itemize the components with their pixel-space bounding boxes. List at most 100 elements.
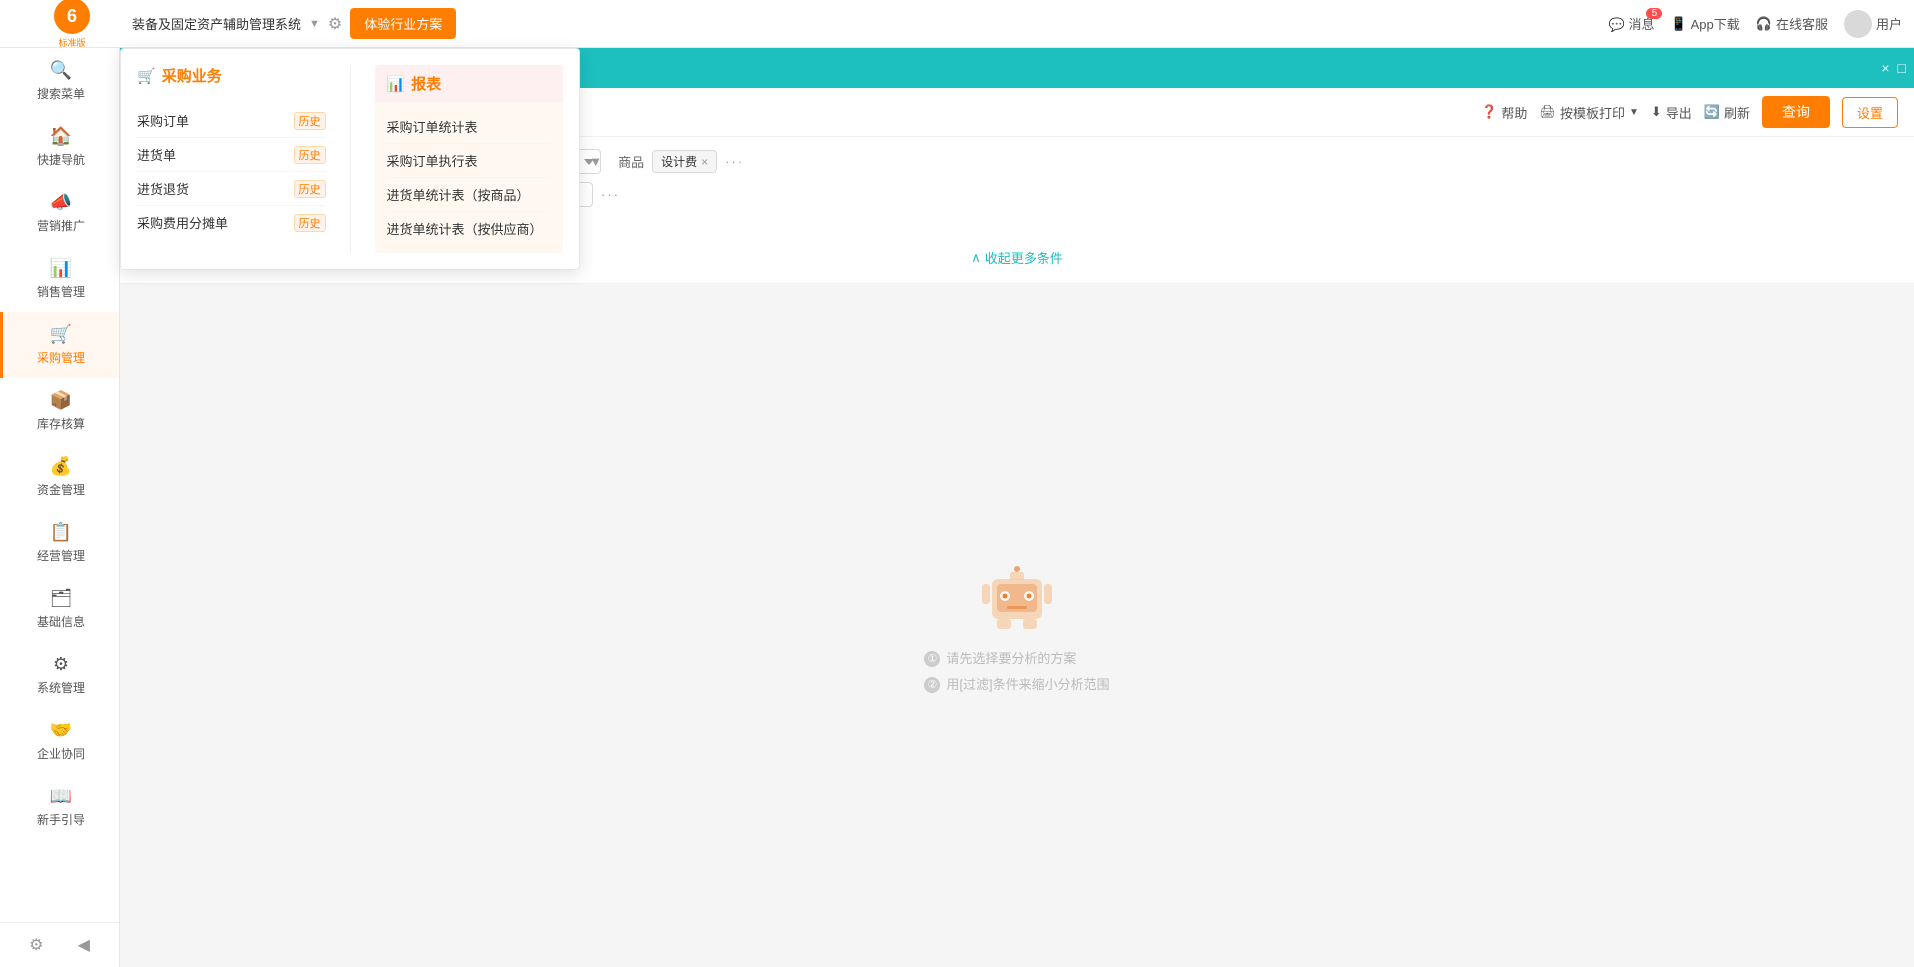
sidebar-label-quick-nav: 快捷导航 [37, 151, 85, 168]
dropdown-item-purchase-order-exec[interactable]: 采购订单执行表 [387, 144, 552, 178]
export-label: 导出 [1666, 103, 1692, 122]
dropdown-item-sss-label: 进货单统计表（按供应商） [387, 219, 543, 238]
system-title: 装备及固定资产辅助管理系统 [132, 14, 301, 33]
sidebar-item-operations[interactable]: 📋 经营管理 [0, 510, 119, 576]
sidebar-collapse-btn[interactable]: ◀ [78, 935, 90, 955]
print-icon: 🖨 [1539, 104, 1556, 120]
message-badge: 5 [1646, 8, 1662, 19]
tip-text-2: 用[过滤]条件来缩小分析范围 [946, 672, 1109, 698]
sidebar-item-system[interactable]: ⚙ 系统管理 [0, 642, 119, 708]
user-btn[interactable]: 用户 [1844, 10, 1902, 38]
sidebar-label-guide: 新手引导 [37, 811, 85, 828]
sidebar-item-inventory[interactable]: 📦 库存核算 [0, 378, 119, 444]
sidebar-item-marketing[interactable]: 📣 营销推广 [0, 180, 119, 246]
collapse-label: 收起更多条件 [985, 248, 1063, 267]
goods-tag: 设计费 × [652, 150, 717, 173]
header-right: 💬 消息 5 📱 App下载 🎧 在线客服 用户 [1609, 10, 1902, 38]
dropdown-item-stock-in-badge: 历史 [294, 146, 326, 164]
report-col-label: 报表 [411, 73, 441, 94]
purchase-dropdown-overlay: 🛒 采购业务 采购订单 历史 进货单 历史 进货退货 历史 采购费用分摊单 历史 [120, 48, 580, 270]
sidebar-label-inventory: 库存核算 [37, 415, 85, 432]
dropdown-item-return-label: 进货退货 [137, 179, 189, 198]
settings-button[interactable]: 设置 [1842, 97, 1898, 128]
logo-subtext: 标准版 [58, 36, 85, 49]
dropdown-item-purchase-order-stat[interactable]: 采购订单统计表 [387, 110, 552, 144]
help-label: 帮助 [1501, 103, 1527, 122]
refresh-icon: 🔄 [1704, 104, 1720, 120]
dropdown-item-return[interactable]: 进货退货 历史 [137, 172, 326, 206]
sidebar-item-base-info[interactable]: 🗂 基础信息 [0, 576, 119, 642]
sidebar-item-guide[interactable]: 📖 新手引导 [0, 774, 119, 840]
tip-item-1: ① 请先选择要分析的方案 [924, 646, 1109, 672]
sidebar-item-finance[interactable]: 💰 资金管理 [0, 444, 119, 510]
message-label: 消息 [1628, 17, 1654, 32]
dropdown-report-bg: 📊 报表 采购订单统计表 采购订单执行表 进货单统计表（按商品） 进货单统计表（… [375, 65, 564, 253]
header-gear-icon[interactable]: ⚙ [328, 14, 342, 34]
dropdown-item-stock-in-label: 进货单 [137, 145, 176, 164]
home-icon: 🏠 [50, 126, 72, 147]
goods-label: 商品 [618, 152, 644, 171]
empty-state: ① 请先选择要分析的方案 ② 用[过滤]条件来缩小分析范围 [924, 554, 1109, 698]
sidebar-item-sales[interactable]: 📊 销售管理 [0, 246, 119, 312]
goods-tag-close-icon[interactable]: × [701, 155, 708, 169]
online-service-btn[interactable]: 🎧 在线客服 [1756, 14, 1828, 33]
logo-icon: 6 [54, 0, 90, 34]
inventory-icon: 📦 [50, 390, 72, 411]
dropdown-item-purchase-order[interactable]: 采购订单 历史 [137, 104, 326, 138]
dropdown-item-stock-in[interactable]: 进货单 历史 [137, 138, 326, 172]
base-info-icon: 🗂 [50, 588, 73, 609]
logo-area: 6 标准版 [12, 0, 132, 49]
sidebar-item-quick-nav[interactable]: 🏠 快捷导航 [0, 114, 119, 180]
query-button[interactable]: 查询 [1762, 96, 1830, 128]
salesperson-more-btn[interactable]: ··· [601, 187, 620, 202]
dropdown-item-return-badge: 历史 [294, 180, 326, 198]
purchase-dropdown-menu: 🛒 采购业务 采购订单 历史 进货单 历史 进货退货 历史 采购费用分摊单 历史 [120, 48, 580, 270]
goods-tag-text: 设计费 [661, 153, 697, 170]
refresh-label: 刷新 [1724, 103, 1750, 122]
purchase-col-label: 采购业务 [162, 65, 222, 86]
dropdown-item-purchase-order-badge: 历史 [294, 112, 326, 130]
sidebar-bottom: ⚙ ◀ [0, 922, 119, 967]
tip-num-1: ① [924, 651, 940, 667]
tab-right-controls: × □ [1881, 60, 1906, 76]
purchase-icon: 🛒 [50, 324, 72, 345]
dropdown-item-stock-stat-goods[interactable]: 进货单统计表（按商品） [387, 178, 552, 212]
sidebar-label-purchase: 采购管理 [37, 349, 85, 366]
print-dropdown-icon[interactable]: ▼ [1629, 107, 1639, 118]
sidebar-item-enterprise[interactable]: 🤝 企业协同 [0, 708, 119, 774]
message-btn[interactable]: 💬 消息 5 [1609, 14, 1655, 33]
sidebar-settings-btn[interactable]: ⚙ [29, 935, 43, 955]
help-btn[interactable]: ❓ 帮助 [1481, 103, 1527, 122]
sidebar-item-search[interactable]: 🔍 搜索菜单 [0, 48, 119, 114]
refresh-btn[interactable]: 🔄 刷新 [1704, 103, 1750, 122]
tip-num-2: ② [924, 677, 940, 693]
app-download-btn[interactable]: 📱 App下载 [1670, 14, 1739, 33]
dropdown-divider [350, 65, 351, 253]
avatar [1844, 10, 1872, 38]
purchase-col-icon: 🛒 [137, 67, 156, 85]
finance-icon: 💰 [50, 456, 72, 477]
guide-icon: 📖 [50, 786, 72, 807]
header-middle: 装备及固定资产辅助管理系统 ▼ ⚙ 体验行业方案 [132, 8, 1609, 39]
trial-button[interactable]: 体验行业方案 [350, 8, 456, 39]
sidebar-label-search: 搜索菜单 [37, 85, 85, 102]
tip-item-2: ② 用[过滤]条件来缩小分析范围 [924, 672, 1109, 698]
app-download-label: App下载 [1691, 14, 1740, 33]
operations-icon: 📋 [50, 522, 72, 543]
dropdown-purchase-col: 🛒 采购业务 采购订单 历史 进货单 历史 进货退货 历史 采购费用分摊单 历史 [137, 65, 326, 253]
export-btn[interactable]: ⬇ 导出 [1651, 103, 1692, 122]
tab-window-max-icon[interactable]: □ [1898, 60, 1906, 76]
sidebar-label-base-info: 基础信息 [37, 613, 85, 630]
dropdown-item-po-stat-label: 采购订单统计表 [387, 117, 478, 136]
online-service-label: 在线客服 [1776, 14, 1828, 33]
tab-window-close-icon[interactable]: × [1881, 60, 1889, 76]
dropdown-item-expense[interactable]: 采购费用分摊单 历史 [137, 206, 326, 239]
dropdown-item-po-exec-label: 采购订单执行表 [387, 151, 478, 170]
dropdown-item-stock-stat-supplier[interactable]: 进货单统计表（按供应商） [387, 212, 552, 245]
export-icon: ⬇ [1651, 104, 1662, 120]
sidebar-item-purchase[interactable]: 🛒 采购管理 [0, 312, 119, 378]
print-btn[interactable]: 🖨 按模板打印 ▼ [1539, 103, 1638, 122]
dropdown-item-expense-label: 采购费用分摊单 [137, 213, 228, 232]
goods-more-btn[interactable]: ··· [725, 154, 744, 169]
system-dropdown-icon[interactable]: ▼ [309, 18, 320, 30]
